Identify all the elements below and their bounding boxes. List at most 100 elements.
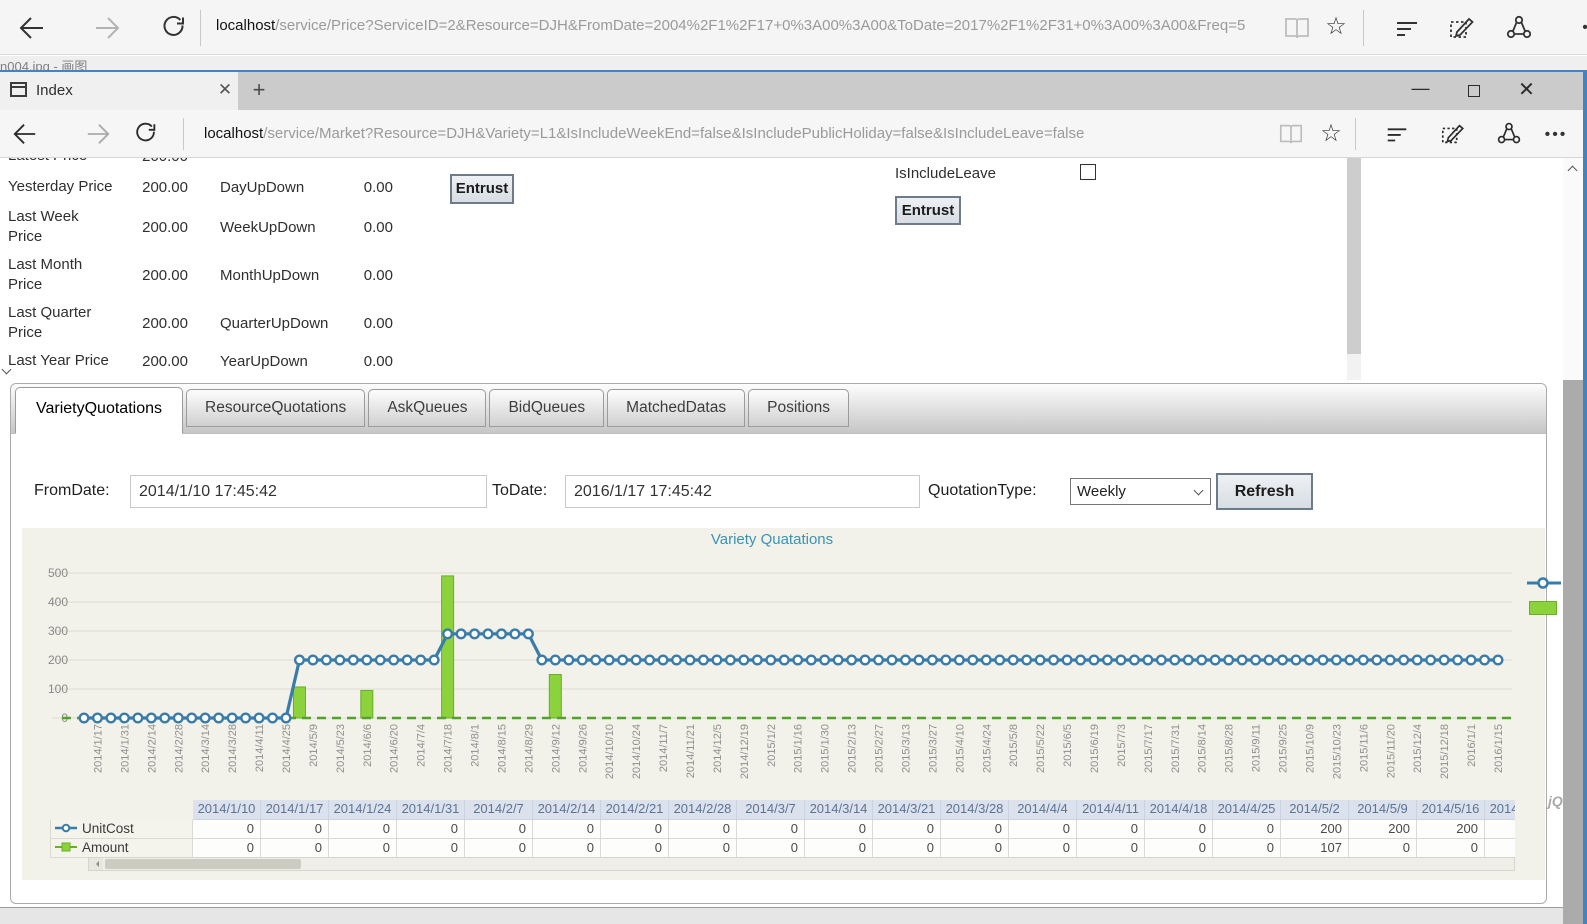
entrust-button[interactable]: Entrust [450, 174, 514, 204]
price-label: Last Month Price [8, 255, 100, 296]
url-path: /service/Market?Resource=DJH&Variety=L1&… [263, 125, 1084, 142]
table-date-header: 2014/3/7 [737, 800, 805, 820]
table-value-cell: 0 [669, 839, 737, 858]
svg-text:2014/2/28: 2014/2/28 [173, 724, 185, 773]
svg-text:2014/9/12: 2014/9/12 [550, 724, 562, 773]
table-value-cell: 0 [1213, 839, 1281, 858]
forward-icon[interactable] [93, 14, 121, 42]
reading-view-icon[interactable] [1283, 14, 1311, 42]
svg-text:2014/8/1: 2014/8/1 [470, 724, 482, 767]
share-icon[interactable] [1496, 121, 1522, 147]
svg-text:2015/2/27: 2015/2/27 [874, 724, 886, 773]
forward-icon[interactable] [85, 121, 111, 147]
price-row-lastquarter: Last Quarter Price 200.00 QuarterUpDown … [8, 301, 393, 345]
hub-icon[interactable] [1393, 14, 1421, 42]
scrollbar-thumb[interactable] [105, 859, 301, 869]
refresh-icon[interactable] [160, 14, 188, 42]
metric-value: 0.00 [348, 179, 393, 196]
reading-view-icon[interactable] [1278, 121, 1304, 147]
tab-index[interactable]: Index ✕ [0, 72, 238, 110]
outer-browser-toolbar: localhost/service/Price?ServiceID=2&Reso… [0, 0, 1587, 55]
table-value-cell: 0 [1009, 839, 1077, 858]
tab-varietyquotations[interactable]: VarietyQuotations [15, 387, 183, 434]
svg-text:2016/1/15: 2016/1/15 [1493, 724, 1505, 773]
svg-text:2014/8/29: 2014/8/29 [523, 724, 535, 773]
favorites-star-icon[interactable]: ☆ [1318, 121, 1344, 147]
table-date-header: 2014/2/7 [465, 800, 533, 820]
maximize-button[interactable] [1451, 72, 1496, 110]
svg-text:2015/5/8: 2015/5/8 [1008, 724, 1020, 767]
url-bar-outer[interactable]: localhost/service/Price?ServiceID=2&Reso… [216, 17, 1256, 34]
svg-text:Variety Quatations: Variety Quatations [711, 531, 833, 548]
scroll-left-icon[interactable] [89, 858, 103, 870]
table-value-cell: 0 [261, 839, 329, 858]
legend-amount-icon [1529, 601, 1557, 615]
table-date-header: 2014/3/21 [873, 800, 941, 820]
table-value-cell: 0 [533, 839, 601, 858]
svg-text:2015/3/13: 2015/3/13 [900, 724, 912, 773]
back-icon[interactable] [12, 121, 38, 147]
divider [183, 118, 184, 150]
svg-text:2014/4/25: 2014/4/25 [281, 724, 293, 773]
refresh-icon[interactable] [133, 121, 159, 147]
include-leave-checkbox[interactable] [1080, 164, 1096, 180]
hub-icon[interactable] [1384, 121, 1410, 147]
web-note-icon[interactable] [1448, 14, 1476, 42]
minimize-button[interactable]: — [1398, 72, 1443, 110]
quotationtype-value: Weekly [1077, 483, 1126, 500]
tab-askqueues[interactable]: AskQueues [368, 389, 486, 427]
svg-text:2014/12/19: 2014/12/19 [739, 724, 751, 779]
divider [1355, 118, 1356, 150]
svg-text:2015/5/22: 2015/5/22 [1035, 724, 1047, 773]
fromdate-input[interactable] [130, 475, 487, 508]
tab-title: Index [36, 82, 73, 99]
refresh-button[interactable]: Refresh [1216, 473, 1313, 510]
scrollbar-thumb[interactable] [1563, 158, 1583, 380]
tab-close-icon[interactable]: ✕ [214, 79, 236, 101]
metric-value: 0.00 [348, 267, 393, 284]
svg-text:2015/7/17: 2015/7/17 [1143, 724, 1155, 773]
svg-text:300: 300 [48, 624, 68, 638]
more-icon[interactable]: ••• [1543, 121, 1569, 147]
table-date-header: 2014/4/18 [1145, 800, 1213, 820]
scrollbar-thumb[interactable] [1347, 158, 1361, 354]
table-value-cell: 0 [941, 820, 1009, 839]
svg-text:2015/4/10: 2015/4/10 [954, 724, 966, 773]
window-border-right [1583, 70, 1587, 924]
svg-text:2014/12/5: 2014/12/5 [712, 724, 724, 773]
close-button[interactable]: ✕ [1504, 72, 1549, 110]
tab-positions[interactable]: Positions [748, 389, 849, 427]
todate-input[interactable] [565, 475, 920, 508]
svg-text:2015/6/5: 2015/6/5 [1062, 724, 1074, 767]
tab-resourcequotations[interactable]: ResourceQuotations [186, 389, 365, 427]
svg-text:2014/8/15: 2014/8/15 [496, 724, 508, 773]
svg-text:2015/4/24: 2015/4/24 [981, 724, 993, 773]
page-scrollbar[interactable] [1563, 158, 1583, 924]
web-note-icon[interactable] [1440, 121, 1466, 147]
svg-text:2015/1/16: 2015/1/16 [793, 724, 805, 773]
svg-text:2014/7/4: 2014/7/4 [416, 724, 428, 767]
share-icon[interactable] [1505, 14, 1533, 42]
quotations-data-table: 2014/1/102014/1/172014/1/242014/1/312014… [50, 800, 1515, 858]
svg-text:2015/12/18: 2015/12/18 [1439, 724, 1451, 779]
svg-text:100: 100 [48, 682, 68, 696]
new-tab-button[interactable]: + [246, 77, 272, 103]
quotationtype-select[interactable]: Weekly [1070, 478, 1211, 505]
table-value-cell: 0 [1145, 839, 1213, 858]
table-value-cell: 200 [1417, 820, 1485, 839]
favorites-star-icon[interactable]: ☆ [1322, 14, 1350, 42]
svg-text:2016/1/1: 2016/1/1 [1466, 724, 1478, 767]
price-value: 200.00 [140, 179, 188, 196]
price-row-yesterday: Yesterday Price 200.00 DayUpDown 0.00 [8, 177, 393, 197]
metric-label: MonthUpDown [220, 267, 348, 284]
tab-bidqueues[interactable]: BidQueues [489, 389, 604, 427]
entrust-button-2[interactable]: Entrust [895, 196, 961, 225]
section-scrollbar[interactable] [1347, 158, 1361, 380]
back-icon[interactable] [18, 14, 46, 42]
table-value-cell: 0 [1213, 820, 1281, 839]
tab-matcheddatas[interactable]: MatchedDatas [607, 389, 745, 427]
fromdate-label: FromDate: [34, 482, 110, 500]
more-icon[interactable]: • [1572, 14, 1587, 42]
url-bar-inner[interactable]: localhost/service/Market?Resource=DJH&Va… [204, 125, 1234, 142]
table-scrollbar[interactable] [88, 857, 1515, 871]
